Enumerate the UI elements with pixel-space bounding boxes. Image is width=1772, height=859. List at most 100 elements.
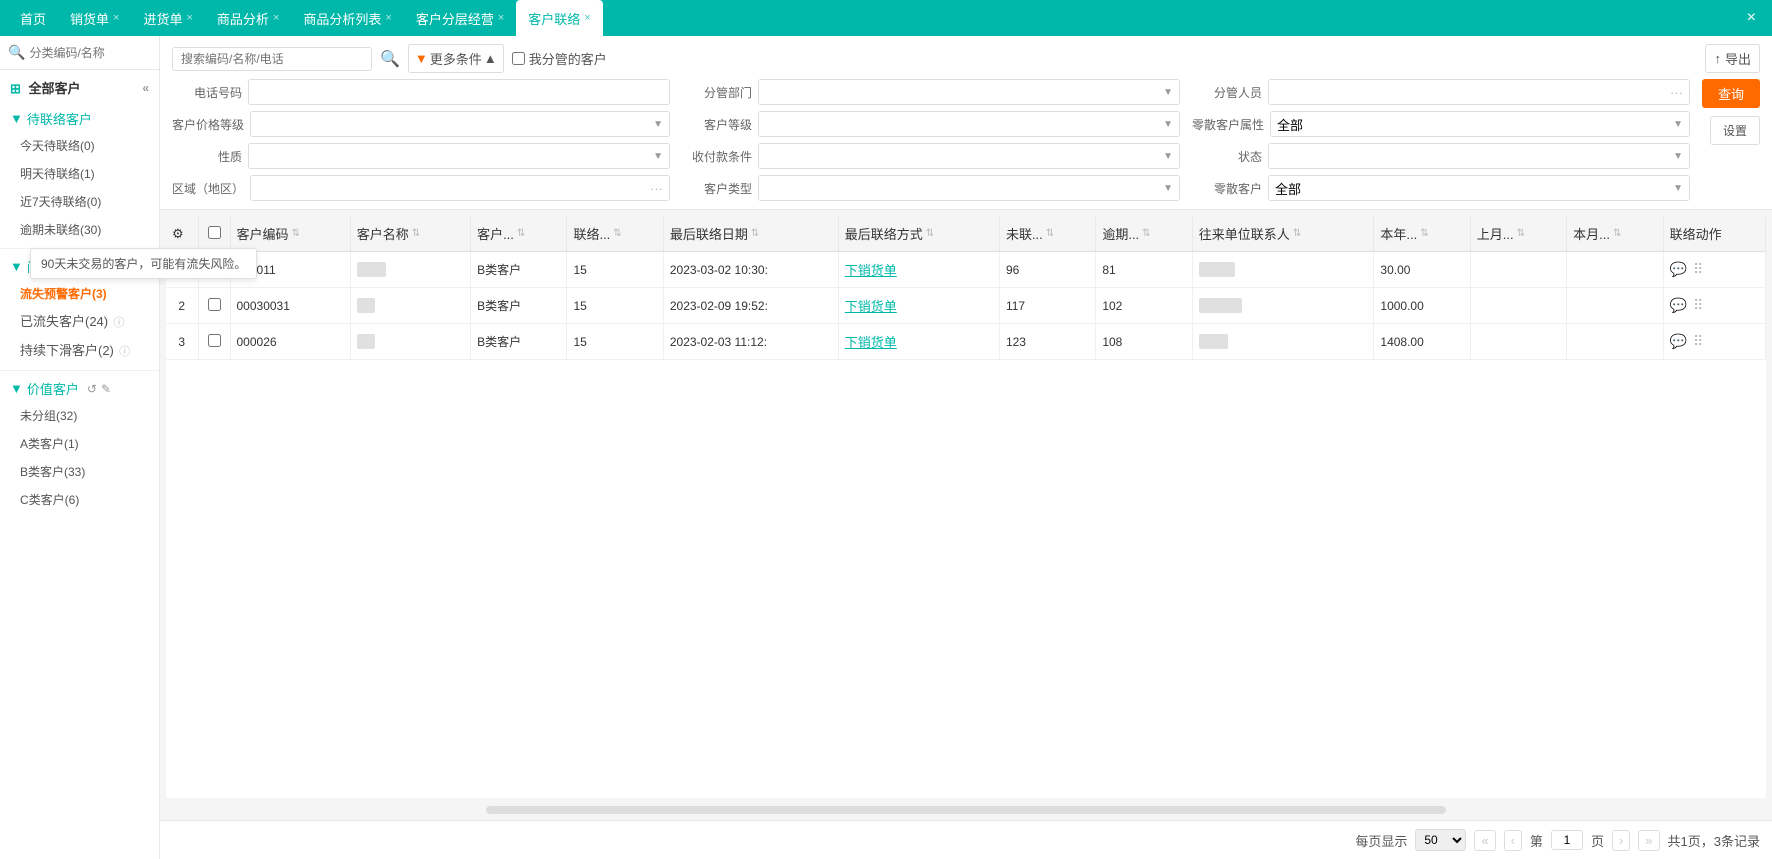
dept-select[interactable]: ▼ xyxy=(758,79,1180,105)
setting-button[interactable]: 设置 xyxy=(1710,116,1760,145)
sort-no-contact-icon[interactable]: ⇅ xyxy=(1046,228,1054,239)
sort-unit-contact-icon[interactable]: ⇅ xyxy=(1293,228,1301,239)
tab-product-list[interactable]: 商品分析列表 × xyxy=(291,0,403,36)
sidebar-item-7days-contact[interactable]: 近7天待联络(0) xyxy=(0,188,159,216)
sidebar-group-pending-contact[interactable]: ▼ 待联络客户 xyxy=(0,105,159,132)
row-3-checkbox[interactable] xyxy=(208,334,221,347)
close-tab-product-analysis-icon[interactable]: × xyxy=(273,12,279,24)
prev-page-button[interactable]: ‹ xyxy=(1504,830,1522,851)
sort-this-month-icon[interactable]: ⇅ xyxy=(1613,228,1621,239)
row-1-more-icon[interactable]: ⠿ xyxy=(1693,261,1703,278)
row-3-check[interactable] xyxy=(198,324,230,360)
sidebar-item-ungrouped[interactable]: 未分组(32) xyxy=(0,402,159,430)
row-1-last-method[interactable]: 下销货单 xyxy=(838,252,999,288)
sort-overdue-icon[interactable]: ⇅ xyxy=(1142,228,1150,239)
tab-customer-contact[interactable]: 客户联络 × xyxy=(516,0,602,36)
select-all-checkbox[interactable] xyxy=(208,226,221,239)
tab-home[interactable]: 首页 xyxy=(8,0,58,36)
sidebar-item-declining[interactable]: 持续下滑客户(2) ⓘ xyxy=(0,337,159,366)
data-table: ⚙ 客户编码 ⇅ 客户名称 xyxy=(166,216,1766,360)
phone-input[interactable] xyxy=(248,79,670,105)
sidebar-search-input[interactable] xyxy=(29,46,160,60)
sort-last-month-icon[interactable]: ⇅ xyxy=(1517,228,1525,239)
row-3-contact: 15 xyxy=(567,324,663,360)
row-2-unit-contact xyxy=(1192,288,1374,324)
tab-customer-tier[interactable]: 客户分层经营 × xyxy=(404,0,516,36)
my-customers-checkbox-label[interactable]: 我分管的客户 xyxy=(512,49,607,68)
col-header-contact: 联络... ⇅ xyxy=(567,216,663,252)
row-2-chat-icon[interactable]: 💬 xyxy=(1670,297,1687,314)
row-3-method-link[interactable]: 下销货单 xyxy=(845,335,897,350)
price-level-select[interactable]: ▼ xyxy=(250,111,670,137)
tab-sales[interactable]: 销货单 × xyxy=(58,0,131,36)
row-1-method-link[interactable]: 下销货单 xyxy=(845,263,897,278)
row-1-chat-icon[interactable]: 💬 xyxy=(1670,261,1687,278)
status-select[interactable]: ▼ xyxy=(1268,143,1690,169)
row-2-check[interactable] xyxy=(198,288,230,324)
region-select[interactable]: ··· xyxy=(250,175,670,201)
filter-icon: ▼ xyxy=(415,51,428,66)
tab-purchase[interactable]: 进货单 × xyxy=(131,0,204,36)
tab-product-analysis[interactable]: 商品分析 × xyxy=(205,0,291,36)
sort-last-method-icon[interactable]: ⇅ xyxy=(926,228,934,239)
sort-this-year-icon[interactable]: ⇅ xyxy=(1420,228,1428,239)
row-2-method-link[interactable]: 下销货单 xyxy=(845,299,897,314)
sort-last-date-icon[interactable]: ⇅ xyxy=(751,228,759,239)
export-button[interactable]: ↑ 导出 xyxy=(1705,44,1760,73)
sidebar-item-class-a[interactable]: A类客户(1) xyxy=(0,430,159,458)
sort-type-icon[interactable]: ⇅ xyxy=(517,228,525,239)
close-tab-customer-tier-icon[interactable]: × xyxy=(498,12,504,24)
row-3-code: 000026 xyxy=(230,324,350,360)
payment-arrow-icon: ▼ xyxy=(1163,151,1173,162)
sort-code-icon[interactable]: ⇅ xyxy=(292,228,300,239)
sidebar-collapse-button[interactable]: « xyxy=(142,81,149,95)
top-tab-bar: 首页 销货单 × 进货单 × 商品分析 × 商品分析列表 × 客户分层经营 × … xyxy=(0,0,1772,36)
main-search-button[interactable]: 🔍 xyxy=(380,49,400,69)
filter-dept-row: 分管部门 ▼ xyxy=(682,79,1180,105)
more-conditions-button[interactable]: ▼ 更多条件 ▲ xyxy=(408,44,504,73)
sort-name-icon[interactable]: ⇅ xyxy=(412,228,420,239)
close-tab-customer-contact-icon[interactable]: × xyxy=(584,12,590,24)
row-2-last-method[interactable]: 下销货单 xyxy=(838,288,999,324)
page-number-input[interactable] xyxy=(1551,830,1583,850)
payment-select[interactable]: ▼ xyxy=(758,143,1180,169)
col-header-this-month: 本月... ⇅ xyxy=(1567,216,1663,252)
retail-attr-select[interactable]: 全部 ▼ xyxy=(1270,111,1690,137)
row-2-more-icon[interactable]: ⠿ xyxy=(1693,297,1703,314)
sidebar-item-class-c[interactable]: C类客户(6) xyxy=(0,486,159,514)
sidebar-item-overdue-contact[interactable]: 逾期未联络(30) xyxy=(0,216,159,244)
sort-contact-icon[interactable]: ⇅ xyxy=(613,228,621,239)
row-3-last-method[interactable]: 下销货单 xyxy=(838,324,999,360)
col-header-settings[interactable]: ⚙ xyxy=(166,216,198,252)
sidebar-item-tomorrow-contact[interactable]: 明天待联络(1) xyxy=(0,160,159,188)
next-page-button[interactable]: › xyxy=(1612,830,1630,851)
gender-select[interactable]: ▼ xyxy=(248,143,670,169)
customer-level-select[interactable]: ▼ xyxy=(758,111,1180,137)
per-page-select[interactable]: 50 100 200 xyxy=(1415,829,1466,851)
customer-type-select[interactable]: ▼ xyxy=(758,175,1180,201)
last-page-button[interactable]: » xyxy=(1638,830,1659,851)
sidebar-item-class-b[interactable]: B类客户(33) xyxy=(0,458,159,486)
sidebar-group-value-customers[interactable]: ▼ 价值客户 ↺ ✎ xyxy=(0,375,159,402)
sidebar-item-churn-warning[interactable]: 流失预警客户(3) xyxy=(0,280,159,308)
row-2-no-contact: 117 xyxy=(999,288,1095,324)
close-tab-product-list-icon[interactable]: × xyxy=(385,12,391,24)
col-header-no-contact: 未联... ⇅ xyxy=(999,216,1095,252)
query-button[interactable]: 查询 xyxy=(1702,79,1760,108)
col-header-check[interactable] xyxy=(198,216,230,252)
sidebar-item-today-contact[interactable]: 今天待联络(0) xyxy=(0,132,159,160)
row-2-checkbox[interactable] xyxy=(208,298,221,311)
person-select[interactable]: ··· xyxy=(1268,79,1690,105)
row-1-overdue: 81 xyxy=(1096,252,1192,288)
sidebar-item-already-churned[interactable]: 已流失客户(24) ⓘ xyxy=(0,308,159,337)
filter-customer-level-row: 客户等级 ▼ xyxy=(682,111,1180,137)
close-tab-purchase-icon[interactable]: × xyxy=(186,12,192,24)
close-tab-sales-icon[interactable]: × xyxy=(113,12,119,24)
row-3-chat-icon[interactable]: 💬 xyxy=(1670,333,1687,350)
first-page-button[interactable]: « xyxy=(1474,830,1495,851)
window-close-button[interactable]: × xyxy=(1739,9,1764,27)
retail-customer-select[interactable]: 全部 ▼ xyxy=(1268,175,1690,201)
row-3-more-icon[interactable]: ⠿ xyxy=(1693,333,1703,350)
my-customers-checkbox[interactable] xyxy=(512,52,525,65)
main-search-input[interactable] xyxy=(172,47,372,71)
